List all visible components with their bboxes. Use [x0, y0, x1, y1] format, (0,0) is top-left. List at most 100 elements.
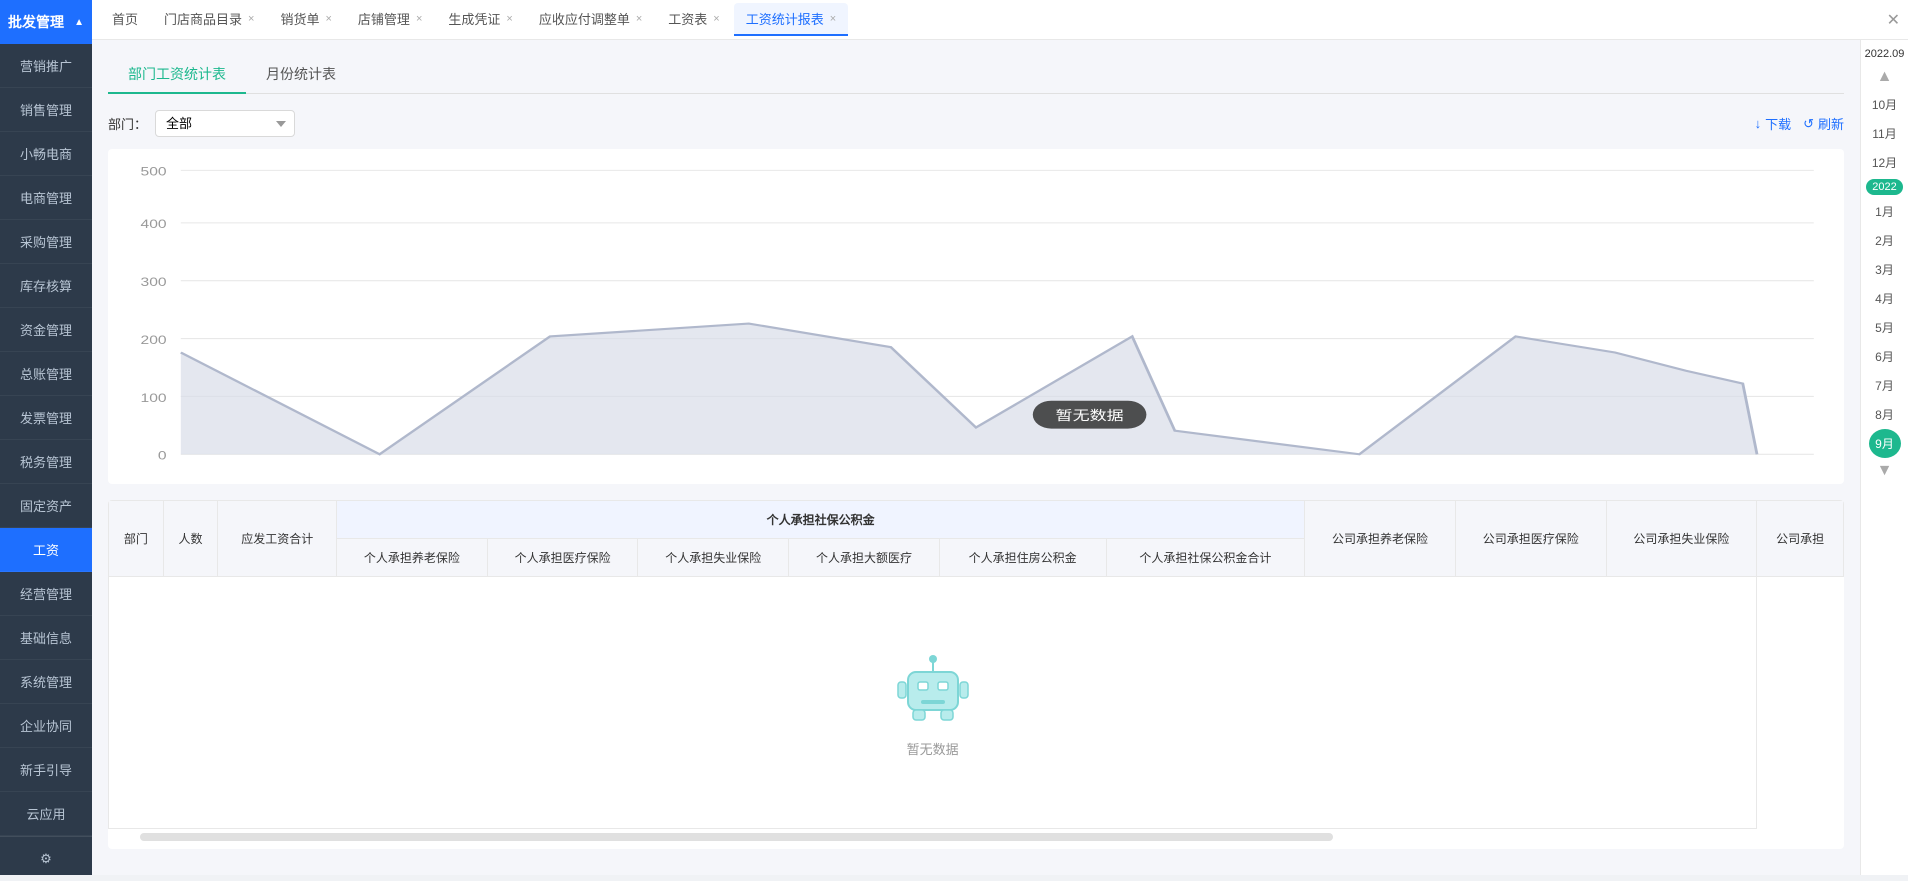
tab-diandu[interactable]: 店铺管理×: [346, 3, 434, 36]
tab-close-mendian[interactable]: ×: [248, 13, 254, 25]
col-zhufang: 个人承担住房公积金: [939, 539, 1106, 577]
tab-gongzitongji[interactable]: 工资统计报表×: [734, 3, 848, 36]
refresh-button[interactable]: ↺ 刷新: [1803, 114, 1844, 133]
sidebar-item-yun[interactable]: 云应用: [0, 792, 92, 836]
scrollbar-bottom[interactable]: [140, 833, 1333, 841]
month-item-9月[interactable]: 9月: [1869, 429, 1901, 458]
dept-select[interactable]: 全部: [155, 110, 295, 137]
date-months: 1月2月3月4月5月6月7月8月9月: [1869, 197, 1901, 458]
month-item-5月[interactable]: 5月: [1869, 313, 1901, 342]
tabs-container: 首页门店商品目录×销货单×店铺管理×生成凭证×应收应付调整单×工资表×工资统计报…: [100, 3, 1885, 36]
download-icon: ↓: [1755, 116, 1762, 131]
tab-close-gongzibiao[interactable]: ×: [713, 13, 719, 25]
sidebar-item-qiye[interactable]: 企业协同: [0, 704, 92, 748]
tab-close-shengcheng[interactable]: ×: [506, 13, 512, 25]
col-daye: 个人承担大额医疗: [789, 539, 940, 577]
date-nav-down[interactable]: ▼: [1873, 458, 1897, 484]
download-button[interactable]: ↓ 下载: [1755, 114, 1792, 133]
col-gs-yiliao: 公司承担医疗保险: [1455, 501, 1606, 577]
svg-text:500: 500: [141, 165, 167, 178]
date-nav-up[interactable]: ▲: [1873, 64, 1897, 90]
month-item-12月[interactable]: 12月: [1872, 148, 1897, 177]
sidebar-item-xiaoshou[interactable]: 销售管理: [0, 88, 92, 132]
year-badge[interactable]: 2022: [1866, 179, 1902, 195]
sidebar-item-caigou[interactable]: 采购管理: [0, 220, 92, 264]
svg-text:200: 200: [141, 333, 167, 347]
sidebar-item-yingxiao[interactable]: 营销推广: [0, 44, 92, 88]
sidebar: 批发管理 ▲ 营销推广销售管理小畅电商电商管理采购管理库存核算资金管理总账管理发…: [0, 0, 92, 875]
svg-text:100: 100: [141, 391, 167, 405]
col-renshu: 人数: [163, 501, 218, 577]
col-yiliao: 个人承担医疗保险: [487, 539, 638, 577]
sidebar-settings[interactable]: ⚙: [0, 836, 92, 881]
col-gs-shiye: 公司承担失业保险: [1606, 501, 1757, 577]
tab-gongzibiao[interactable]: 工资表×: [656, 3, 731, 36]
toolbar: 部门： 全部 ↓ 下载 ↺ 刷新: [108, 110, 1844, 137]
table-container: 部门 人数 应发工资合计 个人承担社保公积金 公司承担养老保险 公司承担医疗保险…: [108, 500, 1844, 849]
sidebar-item-xitong[interactable]: 系统管理: [0, 660, 92, 704]
tab-close-gongzitongji[interactable]: ×: [830, 13, 836, 25]
main-area: 首页门店商品目录×销货单×店铺管理×生成凭证×应收应付调整单×工资表×工资统计报…: [92, 0, 1908, 875]
date-months-top: 10月11月12月: [1872, 90, 1897, 177]
sidebar-title: 批发管理: [8, 12, 64, 32]
close-all-icon[interactable]: ✕: [1887, 10, 1900, 30]
sub-tab-yufen[interactable]: 月份统计表: [246, 56, 356, 94]
month-item-7月[interactable]: 7月: [1869, 371, 1901, 400]
page-content: 部门工资统计表月份统计表 部门： 全部 ↓ 下载: [92, 40, 1860, 875]
sidebar-item-gudingzichan[interactable]: 固定资产: [0, 484, 92, 528]
svg-text:0: 0: [158, 449, 167, 463]
month-item-1月[interactable]: 1月: [1869, 197, 1901, 226]
month-item-3月[interactable]: 3月: [1869, 255, 1901, 284]
tab-bar: 首页门店商品目录×销货单×店铺管理×生成凭证×应收应付调整单×工资表×工资统计报…: [92, 0, 1908, 40]
sub-tabs: 部门工资统计表月份统计表: [108, 56, 1844, 94]
sidebar-item-kucun[interactable]: 库存核算: [0, 264, 92, 308]
sidebar-item-fapiao[interactable]: 发票管理: [0, 396, 92, 440]
month-item-8月[interactable]: 8月: [1869, 400, 1901, 429]
no-data-robot-icon: [893, 647, 973, 727]
no-data-row: 暂无数据: [109, 577, 1757, 829]
tab-home[interactable]: 首页: [100, 3, 150, 36]
dept-label: 部门：: [108, 114, 147, 133]
col-heji: 个人承担社保公积金合计: [1106, 539, 1305, 577]
tab-shengcheng[interactable]: 生成凭证×: [436, 3, 524, 36]
svg-text:暂无数据: 暂无数据: [1056, 409, 1124, 423]
chart-container: 0 100 200 300 400 500: [108, 149, 1844, 484]
sidebar-item-zongzhang[interactable]: 总账管理: [0, 352, 92, 396]
col-gs-more: 公司承担: [1757, 501, 1844, 577]
month-item-4月[interactable]: 4月: [1869, 284, 1901, 313]
chart-svg: 0 100 200 300 400 500: [124, 165, 1828, 465]
sidebar-collapse-icon: ▲: [74, 17, 84, 28]
sidebar-items: 营销推广销售管理小畅电商电商管理采购管理库存核算资金管理总账管理发票管理税务管理…: [0, 44, 92, 836]
col-gs-yanglao: 公司承担养老保险: [1305, 501, 1456, 577]
month-item-10月[interactable]: 10月: [1872, 90, 1897, 119]
sidebar-item-shuiwu[interactable]: 税务管理: [0, 440, 92, 484]
svg-text:400: 400: [141, 217, 167, 231]
data-table: 部门 人数 应发工资合计 个人承担社保公积金 公司承担养老保险 公司承担医疗保险…: [108, 500, 1844, 829]
sidebar-item-dianshang[interactable]: 电商管理: [0, 176, 92, 220]
date-year-label: 2022.09: [1865, 44, 1905, 64]
tab-yingshou[interactable]: 应收应付调整单×: [527, 3, 654, 36]
sidebar-item-xinshou[interactable]: 新手引导: [0, 748, 92, 792]
no-data-text: 暂无数据: [907, 739, 959, 758]
month-item-11月[interactable]: 11月: [1872, 119, 1897, 148]
tab-close-yingshou[interactable]: ×: [636, 13, 642, 25]
col-shiye: 个人承担失业保险: [638, 539, 789, 577]
date-panel: 2022.09 ▲ 10月11月12月 2022 1月2月3月4月5月6月7月8…: [1860, 40, 1908, 875]
col-dept: 部门: [109, 501, 164, 577]
sidebar-item-xiaodiandian[interactable]: 小畅电商: [0, 132, 92, 176]
content-area: 部门工资统计表月份统计表 部门： 全部 ↓ 下载: [92, 40, 1908, 875]
tab-close-diandu[interactable]: ×: [416, 13, 422, 25]
sub-tab-bumen[interactable]: 部门工资统计表: [108, 56, 246, 94]
sidebar-item-zijin[interactable]: 资金管理: [0, 308, 92, 352]
month-item-2月[interactable]: 2月: [1869, 226, 1901, 255]
refresh-icon: ↺: [1803, 116, 1814, 132]
month-item-6月[interactable]: 6月: [1869, 342, 1901, 371]
sidebar-item-gongzi[interactable]: 工资: [0, 528, 92, 572]
tab-xiaoshoudan[interactable]: 销货单×: [268, 3, 343, 36]
sidebar-item-jingying[interactable]: 经营管理: [0, 572, 92, 616]
sidebar-header[interactable]: 批发管理 ▲: [0, 0, 92, 44]
sidebar-item-jichu[interactable]: 基础信息: [0, 616, 92, 660]
tab-mendian[interactable]: 门店商品目录×: [152, 3, 266, 36]
tab-close-xiaoshoudan[interactable]: ×: [325, 13, 331, 25]
svg-text:300: 300: [141, 275, 167, 289]
